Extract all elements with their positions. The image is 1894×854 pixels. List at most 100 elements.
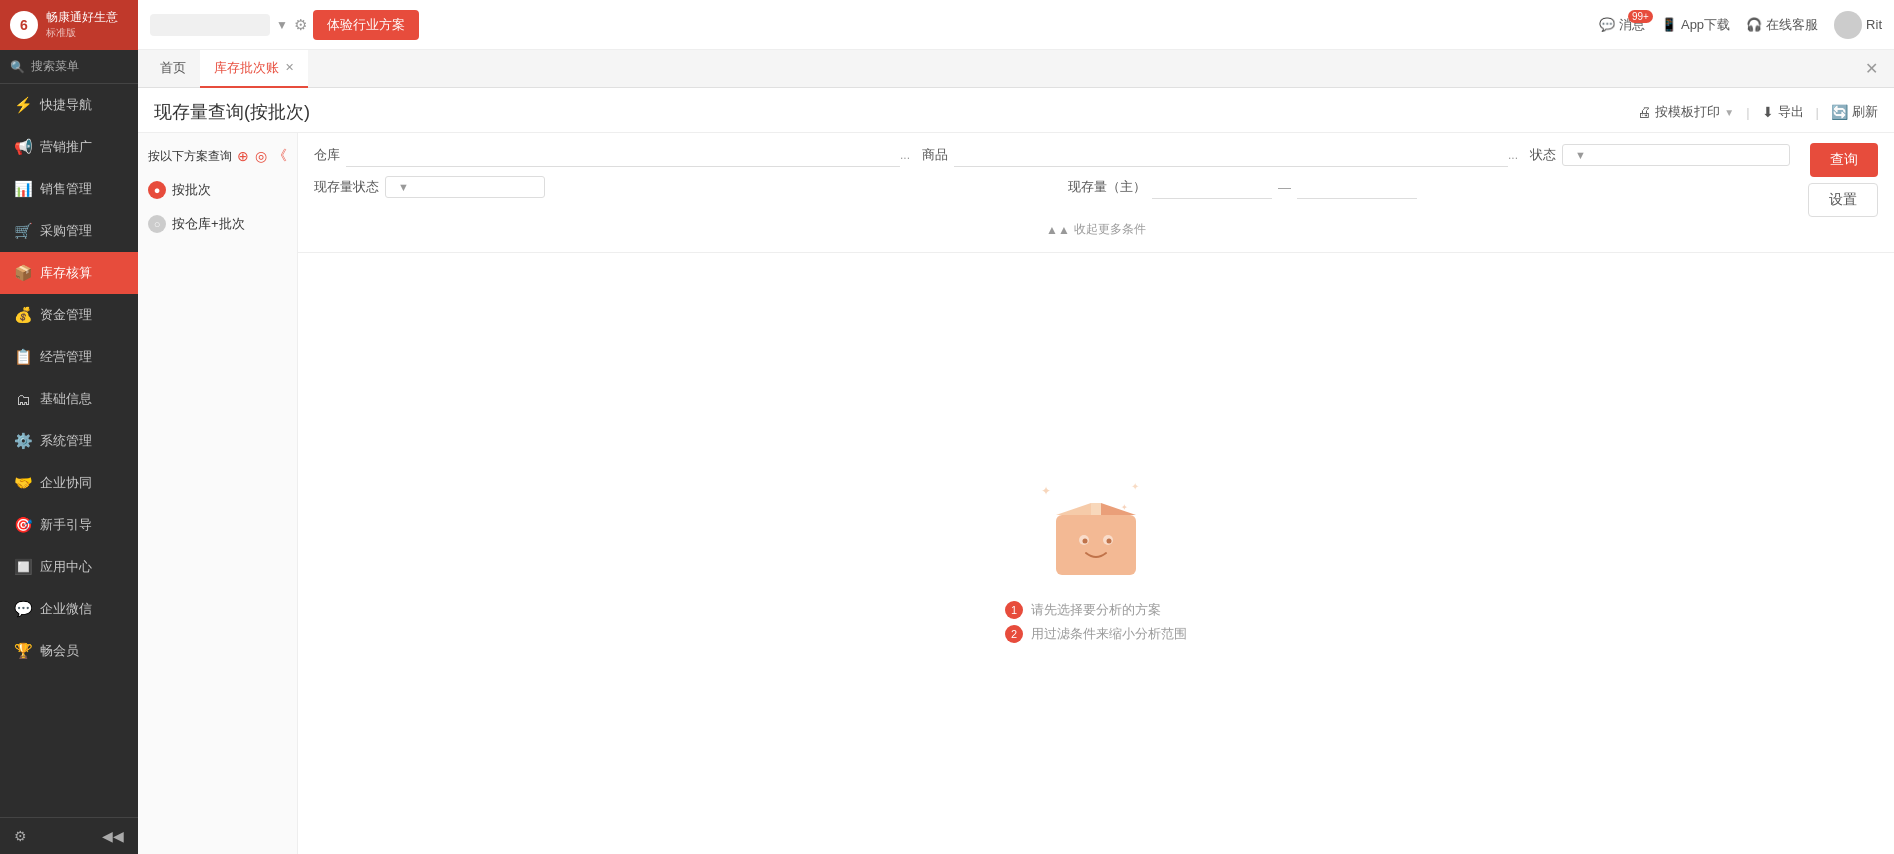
filter-row-1: 仓库 ... 商品 ... 状态	[314, 143, 1790, 167]
inv-status-select[interactable]: ▼	[385, 176, 545, 198]
messages-button[interactable]: 💬 消息 99+	[1599, 16, 1645, 34]
sidebar-item-newuser[interactable]: 🎯 新手引导	[0, 504, 138, 546]
sidebar-item-label: 畅会员	[40, 642, 79, 660]
refresh-button[interactable]: 🔄 刷新	[1831, 103, 1878, 121]
topbar: ▼ ⚙ 体验行业方案 💬 消息 99+ 📱 App下载 🎧 在线客服 Rit	[138, 0, 1894, 50]
member-icon: 🏆	[14, 642, 32, 660]
user-area[interactable]: Rit	[1834, 11, 1882, 39]
sidebar-item-operations[interactable]: 📋 经营管理	[0, 336, 138, 378]
settings-button[interactable]: 设置	[1808, 183, 1878, 217]
online-service-button[interactable]: 🎧 在线客服	[1746, 16, 1818, 34]
sidebar-item-label: 营销推广	[40, 138, 92, 156]
collapse-label: 收起更多条件	[1074, 221, 1146, 238]
panel-add-icon[interactable]: ⊕	[237, 148, 249, 164]
sidebar-item-label: 基础信息	[40, 390, 92, 408]
svg-text:✦: ✦	[1121, 503, 1128, 512]
page-title: 现存量查询(按批次)	[154, 100, 310, 124]
topbar-breadcrumb-area: ▼ ⚙ 体验行业方案	[150, 10, 1589, 40]
right-panel: 仓库 ... 商品 ... 状态	[298, 133, 1894, 854]
sidebar-item-marketing[interactable]: 📢 营销推广	[0, 126, 138, 168]
warehouse-more-btn[interactable]: ...	[900, 148, 910, 162]
warehouse-filter-input[interactable]	[346, 143, 900, 167]
empty-hint-1: 1 请先选择要分析的方案	[1005, 601, 1187, 619]
sidebar-item-basic[interactable]: 🗂 基础信息	[0, 378, 138, 420]
svg-point-4	[1107, 538, 1112, 543]
phone-icon: 📱	[1661, 17, 1677, 32]
divider: |	[1746, 105, 1749, 120]
inv-qty-from-input[interactable]	[1152, 175, 1272, 199]
sidebar-item-system[interactable]: ⚙️ 系统管理	[0, 420, 138, 462]
sidebar-item-inventory[interactable]: 📦 库存核算	[0, 252, 138, 294]
inv-qty-to-input[interactable]	[1297, 175, 1417, 199]
sidebar-item-enterprise[interactable]: 🤝 企业协同	[0, 462, 138, 504]
sidebar-footer: ⚙ ◀◀	[0, 817, 138, 854]
panel-collapse-icon[interactable]: 《	[273, 147, 287, 165]
sidebar-item-label: 企业微信	[40, 600, 92, 618]
panel-gear-icon[interactable]: ◎	[255, 148, 267, 164]
message-icon: 💬	[1599, 17, 1615, 32]
panel-item-by-batch[interactable]: ● 按批次	[138, 173, 297, 207]
query-button[interactable]: 查询	[1810, 143, 1878, 177]
empty-hint-2: 2 用过滤条件来缩小分析范围	[1005, 625, 1187, 643]
print-button[interactable]: 🖨 按模板打印 ▼	[1637, 103, 1734, 121]
sidebar-header: 6 畅康通好生意 标准版	[0, 0, 138, 50]
sidebar-item-finance[interactable]: 💰 资金管理	[0, 294, 138, 336]
tab-inventory-batch-label: 库存批次账	[214, 59, 279, 77]
content-area: 按以下方案查询 ⊕ ◎ 《 ● 按批次 ○ 按仓库+批次	[138, 133, 1894, 854]
sidebar-item-apps[interactable]: 🔲 应用中心	[0, 546, 138, 588]
wechat-icon: 💬	[14, 600, 32, 618]
sidebar-version: 标准版	[46, 26, 118, 40]
tab-close-icon[interactable]: ✕	[285, 62, 294, 73]
online-service-label: 在线客服	[1766, 16, 1818, 34]
product-more-btn[interactable]: ...	[1508, 148, 1518, 162]
topbar-gear-icon[interactable]: ⚙	[294, 16, 307, 34]
main-area: ▼ ⚙ 体验行业方案 💬 消息 99+ 📱 App下载 🎧 在线客服 Rit	[138, 0, 1894, 854]
empty-svg: ✦ ✦ ✦	[1036, 465, 1156, 585]
panel-item-by-warehouse-batch[interactable]: ○ 按仓库+批次	[138, 207, 297, 241]
topbar-search-input[interactable]	[150, 14, 270, 36]
sidebar-item-quicknav[interactable]: ⚡ 快捷导航	[0, 84, 138, 126]
sidebar-item-member[interactable]: 🏆 畅会员	[0, 630, 138, 672]
sidebar-item-label: 企业协同	[40, 474, 92, 492]
status-filter-select[interactable]: ▼	[1562, 144, 1790, 166]
svg-rect-0	[1056, 515, 1136, 575]
search-icon: 🔍	[10, 60, 25, 74]
newuser-icon: 🎯	[14, 516, 32, 534]
tab-inventory-batch[interactable]: 库存批次账 ✕	[200, 50, 308, 88]
username-label: Rit	[1866, 17, 1882, 32]
tab-close-all-icon[interactable]: ✕	[1857, 59, 1886, 78]
collapse-icon[interactable]: ◀◀	[102, 828, 124, 844]
filter-group-product: 商品 ...	[922, 143, 1518, 167]
tab-home[interactable]: 首页	[146, 50, 200, 88]
purchase-icon: 🛒	[14, 222, 32, 240]
warehouse-filter-label: 仓库	[314, 146, 340, 164]
export-button[interactable]: ⬇ 导出	[1762, 103, 1804, 121]
sidebar-search-bar[interactable]: 🔍 搜索菜单	[0, 50, 138, 84]
panel-search-icons: ⊕ ◎ 《	[237, 147, 287, 165]
sidebar-item-sales[interactable]: 📊 销售管理	[0, 168, 138, 210]
svg-text:✦: ✦	[1131, 481, 1139, 492]
hint1-text: 请先选择要分析的方案	[1031, 601, 1161, 619]
apps-icon: 🔲	[14, 558, 32, 576]
avatar	[1834, 11, 1862, 39]
chevron-down-icon[interactable]: ▼	[276, 18, 288, 32]
sidebar-nav: ⚡ 快捷导航 📢 营销推广 📊 销售管理 🛒 采购管理 📦 库存核算 💰 资金管…	[0, 84, 138, 817]
inv-status-label: 现存量状态	[314, 178, 379, 196]
refresh-label: 刷新	[1852, 103, 1878, 121]
inv-qty-label: 现存量（主）	[1068, 178, 1146, 196]
sidebar-search-label: 搜索菜单	[31, 58, 79, 75]
collapse-row[interactable]: ▲▲ 收起更多条件	[314, 217, 1878, 242]
sidebar-item-wechat[interactable]: 💬 企业微信	[0, 588, 138, 630]
filter-area: 仓库 ... 商品 ... 状态	[298, 133, 1894, 253]
basic-icon: 🗂	[14, 391, 32, 408]
app-download-button[interactable]: 📱 App下载	[1661, 16, 1730, 34]
filter-group-inv-status: 现存量状态 ▼	[314, 176, 1036, 198]
messages-badge: 99+	[1628, 10, 1653, 23]
sidebar-item-label: 销售管理	[40, 180, 92, 198]
trial-button[interactable]: 体验行业方案	[313, 10, 419, 40]
quicknav-icon: ⚡	[14, 96, 32, 114]
settings-icon[interactable]: ⚙	[14, 828, 27, 844]
product-filter-input[interactable]	[954, 143, 1508, 167]
sidebar-item-purchase[interactable]: 🛒 采购管理	[0, 210, 138, 252]
sidebar-item-label: 经营管理	[40, 348, 92, 366]
